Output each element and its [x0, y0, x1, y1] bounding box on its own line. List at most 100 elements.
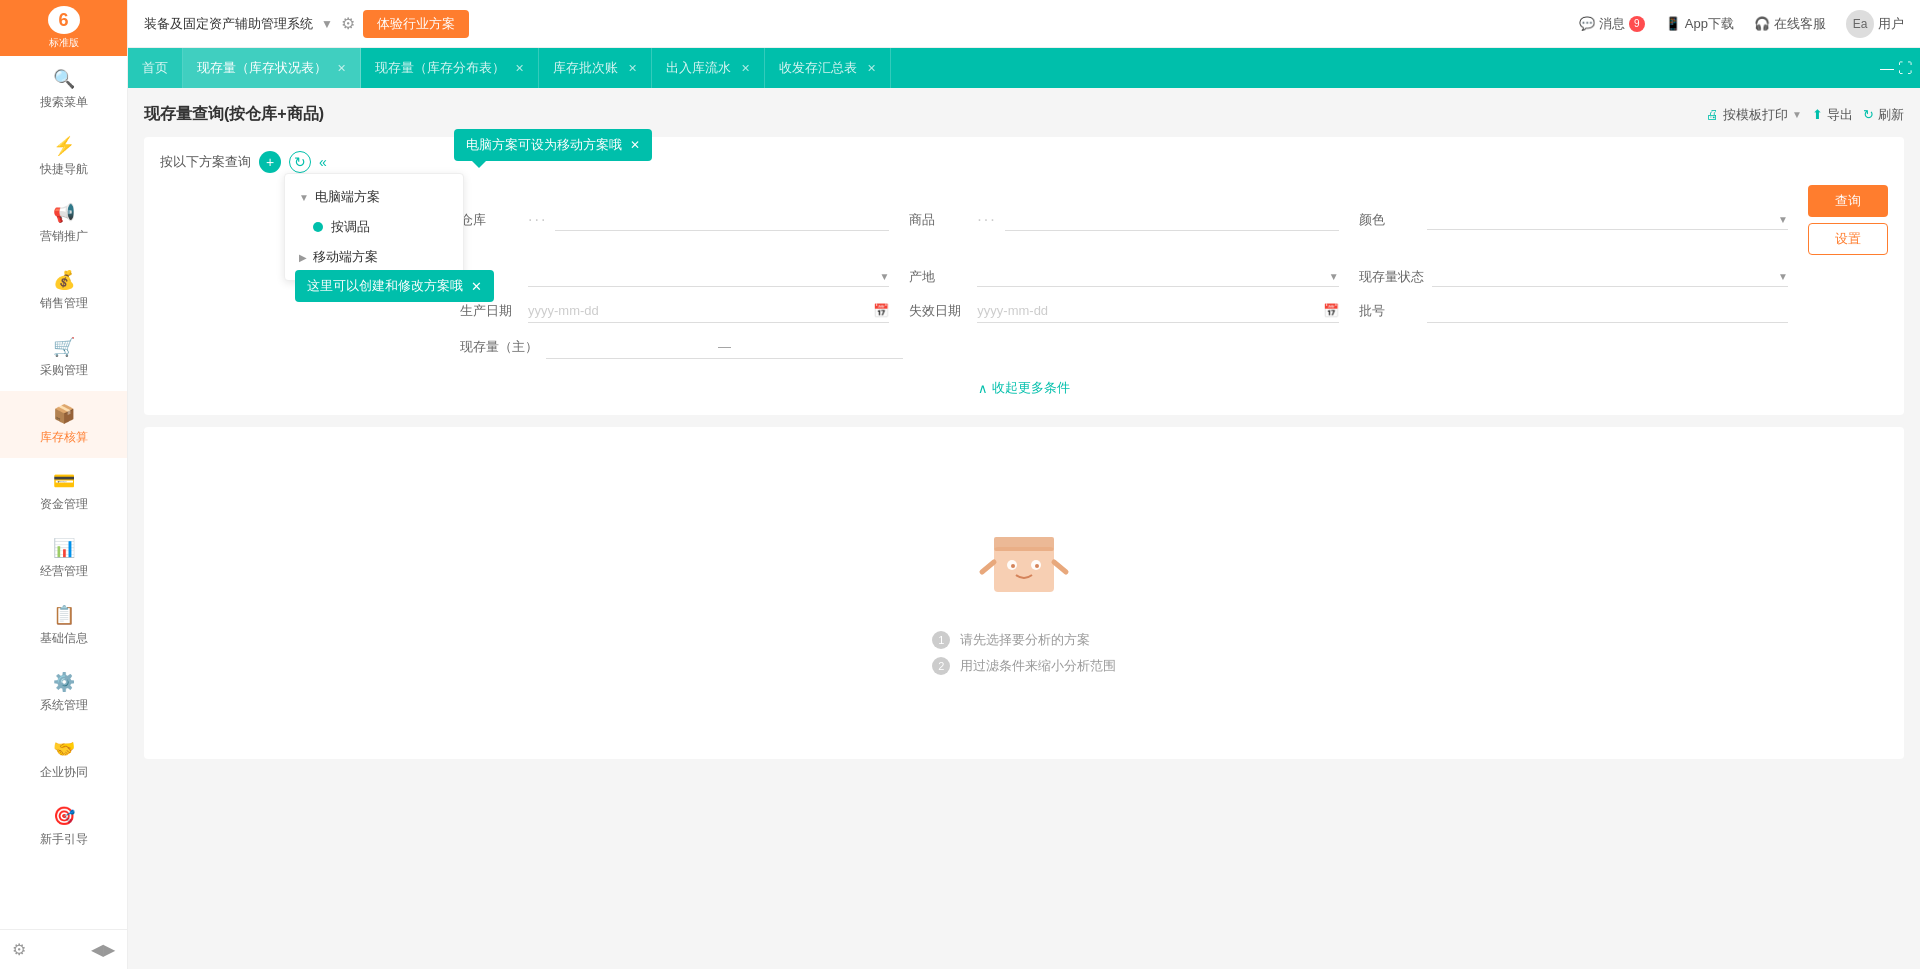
scheme-tri-2: ▶: [299, 252, 307, 263]
sidebar-item-search[interactable]: 🔍 搜索菜单: [0, 56, 127, 123]
production-date-input[interactable]: yyyy-mm-dd 📅: [528, 299, 889, 323]
sidebar-item-collab[interactable]: 🤝 企业协同: [0, 726, 127, 793]
tab-close-5[interactable]: ✕: [867, 62, 876, 75]
batch-input[interactable]: [1427, 299, 1788, 323]
collapse-btn[interactable]: ∧ 收起更多条件: [160, 371, 1888, 401]
stock-status-select[interactable]: ▼: [1432, 267, 1788, 287]
user-btn[interactable]: Ea 用户: [1846, 10, 1904, 38]
tab-inventory-status[interactable]: 现存量（库存状况表） ✕: [183, 48, 361, 88]
filter-origin: 产地 ▼: [909, 267, 1338, 287]
filter-stock-main: 现存量（主） —: [460, 335, 903, 359]
sidebar-item-purchase[interactable]: 🛒 采购管理: [0, 324, 127, 391]
refresh-btn[interactable]: ↻ 刷新: [1863, 106, 1904, 124]
export-btn[interactable]: ⬆ 导出: [1812, 106, 1853, 124]
sidebar-item-operations[interactable]: 📊 经营管理: [0, 525, 127, 592]
filter-color: 颜色 ▼: [1359, 210, 1788, 230]
topbar-settings-icon[interactable]: ⚙: [341, 14, 355, 33]
scheme-popover-2: 这里可以创建和修改方案哦 ✕: [295, 270, 494, 302]
tab-inout-flow[interactable]: 出入库流水 ✕: [652, 48, 765, 88]
expiry-date-label: 失效日期: [909, 302, 969, 320]
stock-status-label: 现存量状态: [1359, 268, 1424, 286]
empty-icon: [974, 507, 1074, 607]
sidebar-item-inventory[interactable]: 📦 库存核算: [0, 391, 127, 458]
sidebar-nav: 🔍 搜索菜单 ⚡ 快捷导航 📢 营销推广 💰 销售管理 🛒 采购管理 📦 库存核…: [0, 56, 127, 929]
tab-close-1[interactable]: ✕: [337, 62, 346, 75]
popover1-close-btn[interactable]: ✕: [630, 138, 640, 152]
phone-icon: 📱: [1665, 16, 1681, 31]
tab-batch-ledger[interactable]: 库存批次账 ✕: [539, 48, 652, 88]
stock-range-min[interactable]: [546, 335, 714, 358]
filter-arrow-btn[interactable]: «: [319, 154, 327, 170]
headset-icon: 🎧: [1754, 16, 1770, 31]
sidebar-settings-btn[interactable]: ⚙: [12, 940, 26, 959]
sidebar-item-finance[interactable]: 💳 资金管理: [0, 458, 127, 525]
avatar: Ea: [1846, 10, 1874, 38]
collab-icon: 🤝: [53, 738, 75, 760]
reset-button[interactable]: 设置: [1808, 223, 1888, 255]
origin-label: 产地: [909, 268, 969, 286]
tab-close-3[interactable]: ✕: [628, 62, 637, 75]
search-button[interactable]: 查询: [1808, 185, 1888, 217]
collapse-icon: ∧: [978, 381, 988, 396]
svg-line-7: [1054, 562, 1066, 572]
tab-maximize-icon[interactable]: ⛶: [1898, 60, 1912, 76]
color-select[interactable]: ▼: [1427, 210, 1788, 230]
tab-close-4[interactable]: ✕: [741, 62, 750, 75]
scheme-item-product[interactable]: 按调品: [285, 212, 463, 242]
page-header: 现存量查询(按仓库+商品) 🖨 按模板打印 ▼ ⬆ 导出 ↻ 刷新: [144, 104, 1904, 125]
basicinfo-icon: 📋: [53, 604, 75, 626]
svg-point-4: [1011, 564, 1015, 568]
popover2-close-btn[interactable]: ✕: [471, 279, 482, 294]
sidebar-collapse-btn[interactable]: ◀▶: [91, 940, 115, 959]
color-dropdown-icon: ▼: [1778, 214, 1788, 225]
tab-close-2[interactable]: ✕: [515, 62, 524, 75]
hint1-num: 1: [932, 631, 950, 649]
stock-range: —: [546, 335, 903, 359]
sidebar-item-quicknav[interactable]: ⚡ 快捷导航: [0, 123, 127, 190]
warehouse-dots[interactable]: ···: [528, 211, 547, 229]
expiry-date-input[interactable]: yyyy-mm-dd 📅: [977, 299, 1338, 323]
sidebar-item-marketing[interactable]: 📢 营销推广: [0, 190, 127, 257]
scheme-popover-1: 电脑方案可设为移动方案哦 ✕: [454, 129, 652, 161]
filter-stock-status: 现存量状态 ▼: [1359, 267, 1788, 287]
svg-rect-0: [994, 547, 1054, 592]
size-select[interactable]: ▼: [528, 267, 889, 287]
print-btn[interactable]: 🖨 按模板打印 ▼: [1706, 106, 1802, 124]
sidebar: 6 标准版 🔍 搜索菜单 ⚡ 快捷导航 📢 营销推广 💰 销售管理 🛒 采购管理…: [0, 0, 128, 969]
filter-edit-btn[interactable]: ↻: [289, 151, 311, 173]
marketing-icon: 📢: [53, 202, 75, 224]
sidebar-item-system[interactable]: ⚙️ 系统管理: [0, 659, 127, 726]
tab-inventory-dist[interactable]: 现存量（库存分布表） ✕: [361, 48, 539, 88]
system-dropdown-icon[interactable]: ▼: [321, 17, 333, 31]
online-support-btn[interactable]: 🎧 在线客服: [1754, 15, 1826, 33]
page-actions: 🖨 按模板打印 ▼ ⬆ 导出 ↻ 刷新: [1706, 106, 1904, 124]
logo-icon: 6: [48, 6, 80, 34]
warehouse-label: 仓库: [460, 211, 520, 229]
logo-text: 标准版: [49, 36, 79, 50]
app-download-btn[interactable]: 📱 App下载: [1665, 15, 1734, 33]
sidebar-logo: 6 标准版: [0, 0, 127, 56]
origin-select[interactable]: ▼: [977, 267, 1338, 287]
filter-add-btn[interactable]: +: [259, 151, 281, 173]
empty-state-hints: 1 请先选择要分析的方案 2 用过滤条件来缩小分析范围: [932, 627, 1116, 679]
sidebar-item-guide[interactable]: 🎯 新手引导: [0, 793, 127, 860]
tab-collect-summary[interactable]: 收发存汇总表 ✕: [765, 48, 891, 88]
sidebar-item-sales[interactable]: 💰 销售管理: [0, 257, 127, 324]
scheme-tri-1: ▼: [299, 192, 309, 203]
scheme-group-desktop[interactable]: ▼ 电脑端方案: [285, 182, 463, 212]
trial-btn[interactable]: 体验行业方案: [363, 10, 469, 38]
scheme-group-mobile[interactable]: ▶ 移动端方案: [285, 242, 463, 272]
search-nav-icon: 🔍: [53, 68, 75, 90]
system-name: 装备及固定资产辅助管理系统: [144, 15, 313, 33]
production-date-cal-icon: 📅: [873, 303, 889, 318]
sidebar-item-basicinfo[interactable]: 📋 基础信息: [0, 592, 127, 659]
filter-expiry-date: 失效日期 yyyy-mm-dd 📅: [909, 299, 1338, 323]
tab-home[interactable]: 首页: [128, 48, 183, 88]
empty-state: 1 请先选择要分析的方案 2 用过滤条件来缩小分析范围: [144, 427, 1904, 759]
tab-minimize-icon[interactable]: —: [1880, 60, 1894, 76]
stock-range-max[interactable]: [735, 335, 903, 358]
print-dropdown-icon[interactable]: ▼: [1792, 109, 1802, 120]
message-btn[interactable]: 💬 消息 9: [1579, 15, 1645, 33]
production-date-label: 生产日期: [460, 302, 520, 320]
goods-dots[interactable]: ···: [977, 211, 996, 229]
